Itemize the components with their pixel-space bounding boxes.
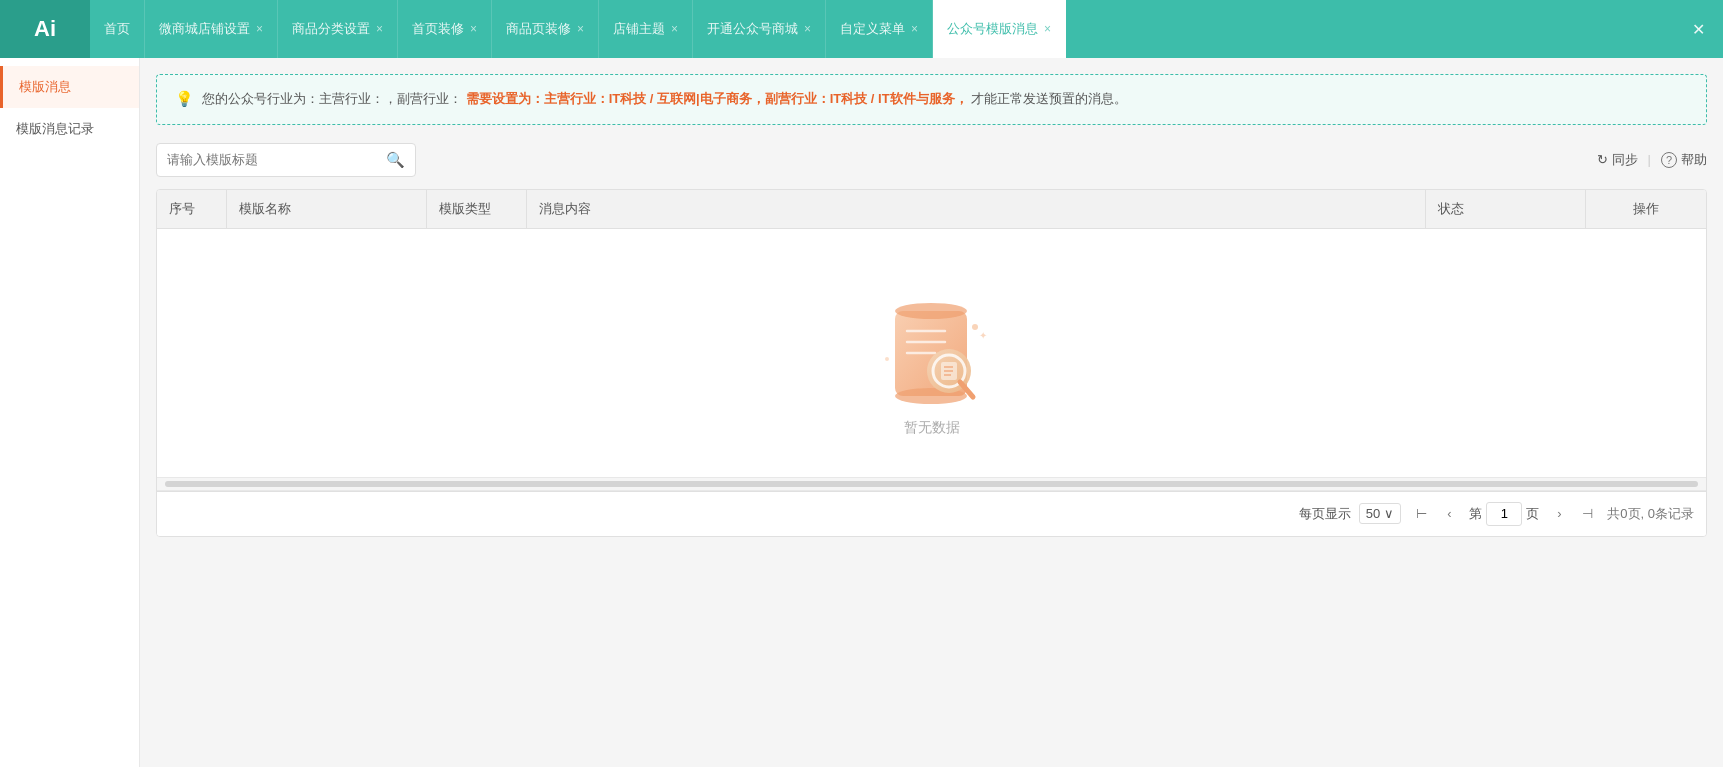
col-content: 消息内容 (527, 190, 1426, 228)
close-tab-icon[interactable]: × (256, 22, 263, 36)
search-input[interactable] (167, 152, 386, 167)
sidebar-item-template-msg-record[interactable]: 模版消息记录 (0, 108, 139, 150)
empty-text: 暂无数据 (904, 419, 960, 437)
page-size-label: 每页显示 (1299, 505, 1351, 523)
divider: | (1648, 152, 1651, 167)
last-page-button[interactable]: ⊣ (1575, 502, 1599, 526)
search-right-actions: ↻ 同步 | ? 帮助 (1597, 151, 1707, 169)
tab-product-category[interactable]: 商品分类设置× (278, 0, 398, 58)
col-name: 模版名称 (227, 190, 427, 228)
notice-icon: 💡 (175, 90, 194, 108)
close-tab-icon[interactable]: × (911, 22, 918, 36)
data-table: 序号 模版名称 模版类型 消息内容 状态 操作 (156, 189, 1707, 537)
help-button[interactable]: ? 帮助 (1661, 151, 1707, 169)
sidebar: 模版消息模版消息记录 (0, 58, 140, 767)
pagination: 每页显示 50 ∨ ⊢ ‹ 第 页 › ⊣ 共0页, 0条 (157, 491, 1706, 536)
tab-wechat-shop[interactable]: 微商城店铺设置× (145, 0, 278, 58)
page-prefix-label: 第 (1469, 505, 1482, 523)
empty-state: ✦ 暂无数据 (157, 229, 1706, 477)
notice-box: 💡 您的公众号行业为：主营行业：，副营行业： 需要设置为：主营行业：IT科技 /… (156, 74, 1707, 125)
dropdown-icon: ∨ (1384, 506, 1394, 521)
search-bar: 🔍 ↻ 同步 | ? 帮助 (156, 143, 1707, 177)
page-suffix-label: 页 (1526, 505, 1539, 523)
tab-template-msg[interactable]: 公众号模版消息× (933, 0, 1066, 58)
col-action: 操作 (1586, 190, 1706, 228)
search-icon[interactable]: 🔍 (386, 151, 405, 169)
help-circle-icon: ? (1661, 152, 1677, 168)
notice-text: 您的公众号行业为：主营行业：，副营行业： 需要设置为：主营行业：IT科技 / 互… (202, 89, 1127, 110)
global-close-button[interactable]: ✕ (1674, 0, 1723, 58)
svg-text:✦: ✦ (979, 330, 987, 341)
col-status: 状态 (1426, 190, 1586, 228)
scrollbar-track[interactable] (165, 481, 1698, 487)
close-tab-icon[interactable]: × (804, 22, 811, 36)
sidebar-item-template-msg[interactable]: 模版消息 (0, 66, 139, 108)
page-size-selector[interactable]: 50 ∨ (1359, 503, 1401, 524)
col-seq: 序号 (157, 190, 227, 228)
tab-custom-menu[interactable]: 自定义菜单× (826, 0, 933, 58)
tab-shop-theme[interactable]: 店铺主题× (599, 0, 693, 58)
tab-home[interactable]: 首页 (90, 0, 145, 58)
close-tab-icon[interactable]: × (577, 22, 584, 36)
top-nav: Ai 首页微商城店铺设置×商品分类设置×首页装修×商品页装修×店铺主题×开通公众… (0, 0, 1723, 58)
prev-page-button[interactable]: ‹ (1437, 502, 1461, 526)
first-page-button[interactable]: ⊢ (1409, 502, 1433, 526)
page-input-box: 第 页 (1469, 502, 1539, 526)
close-tab-icon[interactable]: × (1044, 22, 1051, 36)
horizontal-scrollbar[interactable] (157, 477, 1706, 491)
close-tab-icon[interactable]: × (470, 22, 477, 36)
tab-open-mall[interactable]: 开通公众号商城× (693, 0, 826, 58)
nav-tabs: 首页微商城店铺设置×商品分类设置×首页装修×商品页装修×店铺主题×开通公众号商城… (90, 0, 1674, 58)
tab-homepage-decor[interactable]: 首页装修× (398, 0, 492, 58)
close-tab-icon[interactable]: × (671, 22, 678, 36)
content-area: 💡 您的公众号行业为：主营行业：，副营行业： 需要设置为：主营行业：IT科技 /… (140, 58, 1723, 767)
close-tab-icon[interactable]: × (376, 22, 383, 36)
svg-point-14 (885, 357, 889, 361)
empty-illustration: ✦ (867, 289, 997, 419)
search-input-wrapper[interactable]: 🔍 (156, 143, 416, 177)
page-nav-next: › ⊣ (1547, 502, 1599, 526)
col-type: 模版类型 (427, 190, 527, 228)
svg-point-13 (972, 324, 978, 330)
main-layout: 模版消息模版消息记录 💡 您的公众号行业为：主营行业：，副营行业： 需要设置为：… (0, 58, 1723, 767)
svg-point-1 (895, 303, 967, 319)
sync-icon: ↻ (1597, 152, 1608, 167)
next-page-button[interactable]: › (1547, 502, 1571, 526)
table-header: 序号 模版名称 模版类型 消息内容 状态 操作 (157, 190, 1706, 229)
brand-logo: Ai (0, 0, 90, 58)
tab-product-page-decor[interactable]: 商品页装修× (492, 0, 599, 58)
total-info: 共0页, 0条记录 (1607, 505, 1694, 523)
page-nav: ⊢ ‹ (1409, 502, 1461, 526)
sync-button[interactable]: ↻ 同步 (1597, 151, 1638, 169)
page-number-input[interactable] (1486, 502, 1522, 526)
